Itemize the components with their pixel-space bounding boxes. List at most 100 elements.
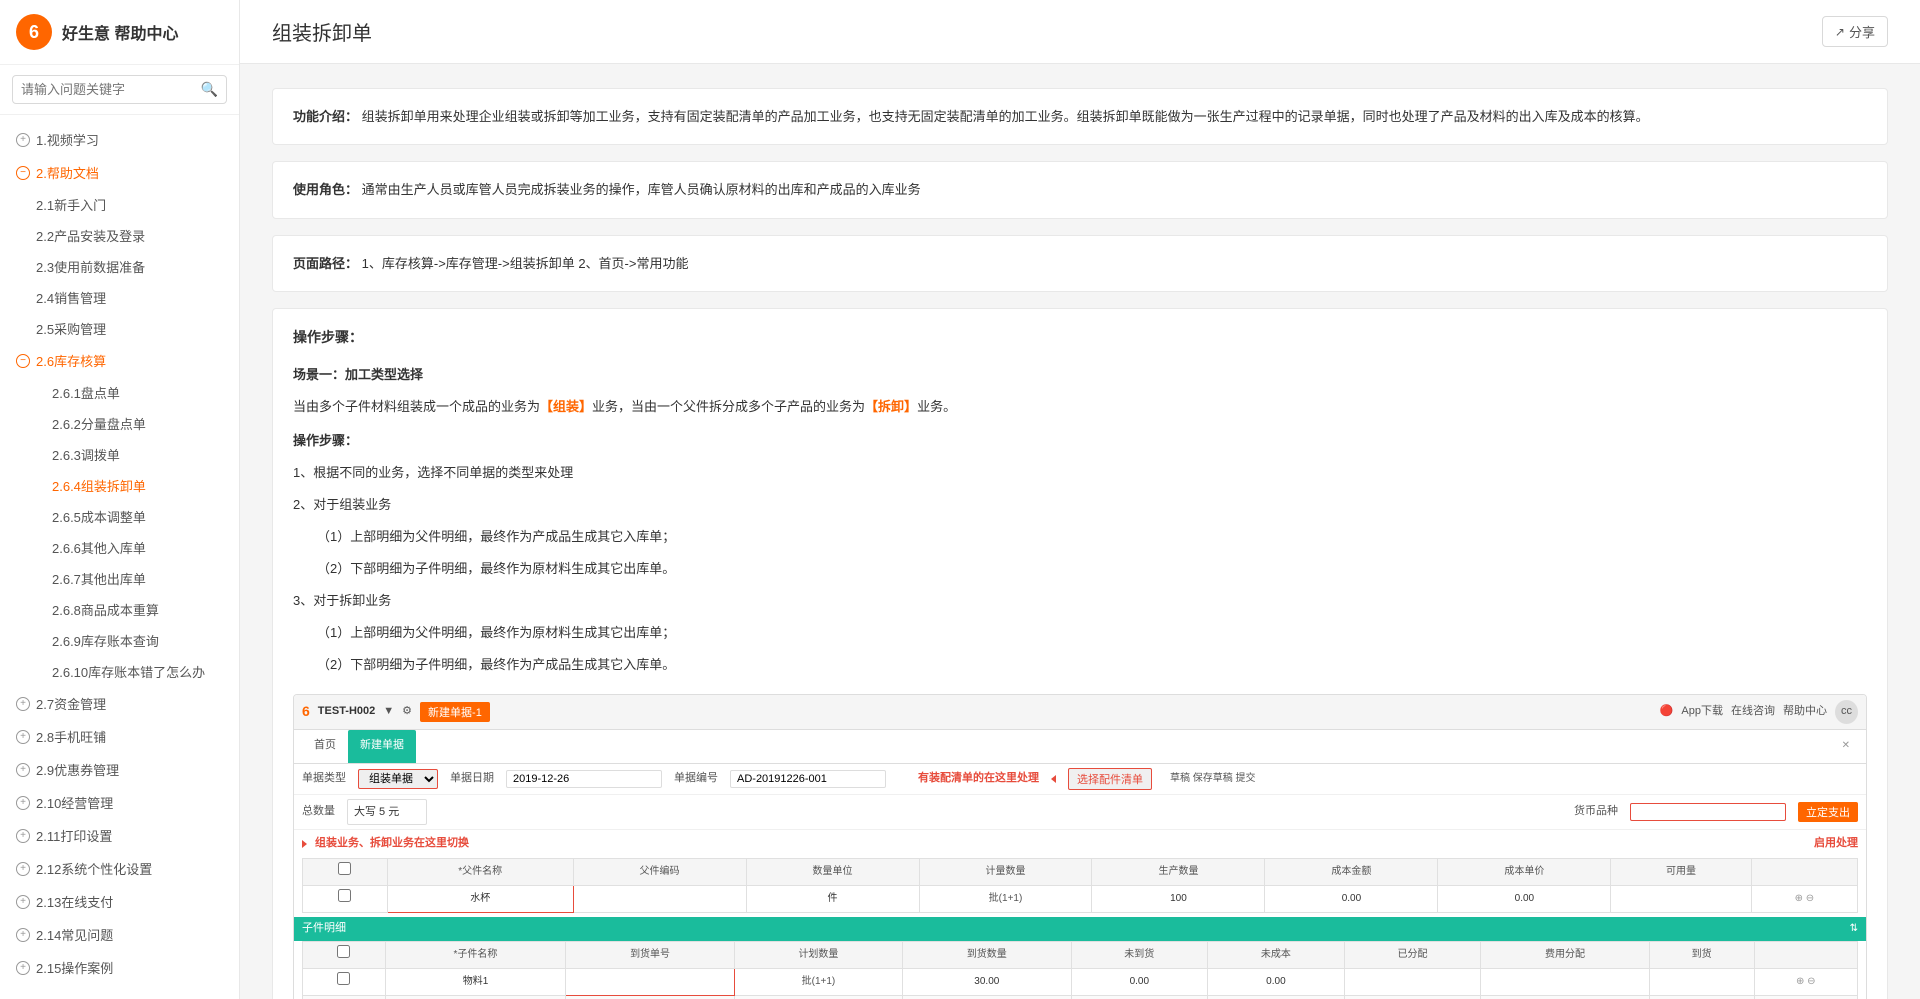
- expand-icon-finance: +: [16, 697, 30, 711]
- sidebar-item-print[interactable]: + 2.11打印设置: [0, 819, 239, 852]
- sidebar-item-settings[interactable]: + 2.12系统个性化设置: [0, 852, 239, 885]
- role-label: 使用角色：: [293, 182, 358, 197]
- steps-content: 场景一：加工类型选择 当由多个子件材料组装成一个成品的业务为【组装】业务，当由一…: [293, 362, 1867, 678]
- table-row: 水杯 件 批(1+1) 100 0.00 0.00 ⊕ ⊖: [303, 886, 1858, 913]
- share-button[interactable]: ↗ 分享: [1822, 16, 1888, 47]
- path-text: 1、库存核算->库存管理->组装拆卸单 2、首页->常用功能: [362, 256, 689, 271]
- sim-type-select[interactable]: 组装单据 拆卸单据: [358, 769, 438, 789]
- sim-no-input[interactable]: [730, 770, 886, 788]
- sidebar-item-cases[interactable]: + 2.15操作案例: [0, 951, 239, 984]
- sidebar-item-mobile[interactable]: + 2.8手机旺铺: [0, 720, 239, 753]
- step3-1: （1）上部明细为父件明细，最终作为原材料生成其它出库单；: [293, 620, 1867, 646]
- sidebar-item-other-out[interactable]: 2.6.7其他出库单: [0, 563, 239, 594]
- sidebar-item-purchase[interactable]: 2.5采购管理: [0, 313, 239, 344]
- sidebar-item-finance[interactable]: + 2.7资金管理: [0, 687, 239, 720]
- sim-bom-btn[interactable]: 选择配件清单: [1068, 768, 1152, 790]
- step3: 3、对于拆卸业务: [293, 588, 1867, 614]
- sim-lower-table: *子件名称 到货单号 计划数量 到货数量 未到货 未成本 已分配 费用分配 到货: [302, 941, 1858, 999]
- expand-icon-coupon: +: [16, 763, 30, 777]
- share-icon: ↗: [1835, 25, 1845, 39]
- sim-th-checkbox: [303, 859, 388, 886]
- sidebar-item-cost-adjust[interactable]: 2.6.5成本调整单: [0, 501, 239, 532]
- sidebar-item-other-in[interactable]: 2.6.6其他入库单: [0, 532, 239, 563]
- sidebar-item-install[interactable]: 2.2产品安装及登录: [0, 220, 239, 251]
- role-block: 使用角色： 通常由生产人员或库管人员完成拆装业务的操作，库管人员确认原材料的出库…: [272, 161, 1888, 218]
- sim-th-avail-qty: 可用量: [1611, 859, 1751, 886]
- sim-form-row: 单据类型 组装单据 拆卸单据 单据日期 单据编号 有装配清单的在这里处理 选择配…: [294, 764, 1866, 795]
- screenshot-container: 6 TEST-H002 ▼ ⚙ 新建单据-1 🔴 App下载 在线咨询 帮助中心…: [293, 694, 1867, 999]
- path-block: 页面路径： 1、库存核算->库存管理->组装拆卸单 2、首页->常用功能: [272, 235, 1888, 292]
- main-content: 组装拆卸单 ↗ 分享 功能介绍： 组装拆卸单用来处理企业组装或拆卸等加工业务，支…: [240, 0, 1920, 999]
- step2-2: （2）下部明细为子件明细，最终作为原材料生成其它出库单。: [293, 556, 1867, 582]
- search-input[interactable]: [21, 82, 201, 97]
- page-title: 组装拆卸单: [272, 17, 372, 46]
- sidebar: 6 好生意 帮助中心 🔍 + 1.视频学习 − 2.帮助文档 2.1新手入门 2…: [0, 0, 240, 999]
- logo-area: 6 好生意 帮助中心: [0, 0, 239, 65]
- sim-th-measure-qty: 计量数量: [919, 859, 1092, 886]
- nav-tree: + 1.视频学习 − 2.帮助文档 2.1新手入门 2.2产品安装及登录 2.3…: [0, 115, 239, 999]
- sidebar-item-faq[interactable]: + 2.14常见问题: [0, 918, 239, 951]
- search-box[interactable]: 🔍: [12, 75, 227, 104]
- sim-th-parent-code: 父件编码: [573, 859, 746, 886]
- sidebar-item-ledger-query[interactable]: 2.6.9库存账本查询: [0, 625, 239, 656]
- sidebar-item-transfer[interactable]: 2.6.3调拨单: [0, 439, 239, 470]
- sidebar-item-partial-stocktake[interactable]: 2.6.2分量盘点单: [0, 408, 239, 439]
- sidebar-item-ops[interactable]: + 2.10经营管理: [0, 786, 239, 819]
- sim-new-doc-btn[interactable]: 新建单据-1: [420, 702, 490, 722]
- sidebar-item-video[interactable]: + 1.视频学习: [0, 123, 239, 156]
- sim-date-label: 单据日期: [450, 769, 494, 789]
- annotation1-arrow: [1051, 775, 1056, 783]
- sidebar-item-cost-recalc[interactable]: 2.6.8商品成本重算: [0, 594, 239, 625]
- sim-th-cost-price: 成本单价: [1438, 859, 1611, 886]
- sim-test-id: TEST-H002: [318, 702, 375, 722]
- sidebar-item-assembly[interactable]: 2.6.4组装拆卸单: [0, 470, 239, 501]
- collapse-icon-inventory: −: [16, 354, 30, 368]
- annotation2-arrow: [302, 840, 307, 848]
- expand-icon-settings: +: [16, 862, 30, 876]
- sim-tab-home[interactable]: 首页: [302, 730, 348, 764]
- sim-upper-table-wrap: *父件名称 父件编码 数量单位 计量数量 生产数量 成本金额 成本单价 可用量: [294, 858, 1866, 917]
- sim-subtotal-row: 总数量 大写 5 元 货币品种 立定支出: [294, 795, 1866, 830]
- intro-block: 功能介绍： 组装拆卸单用来处理企业组装或拆卸等加工业务，支持有固定装配清单的产品…: [272, 88, 1888, 145]
- sim-th-qty-unit: 数量单位: [746, 859, 919, 886]
- ops-title: 操作步骤：: [293, 325, 1867, 350]
- main-header: 组装拆卸单 ↗ 分享: [240, 0, 1920, 64]
- expand-icon-ops: +: [16, 796, 30, 810]
- sidebar-item-data-prep[interactable]: 2.3使用前数据准备: [0, 251, 239, 282]
- search-area: 🔍: [0, 65, 239, 115]
- sim-th-op: [1751, 859, 1857, 886]
- sim-tab-new[interactable]: 新建单据: [348, 730, 416, 764]
- step3-2: （2）下部明细为子件明细，最终作为产成品生成其它入库单。: [293, 652, 1867, 678]
- search-icon[interactable]: 🔍: [201, 81, 218, 98]
- sidebar-item-coupon[interactable]: + 2.9优惠券管理: [0, 753, 239, 786]
- content-area: 功能介绍： 组装拆卸单用来处理企业组装或拆卸等加工业务，支持有固定装配清单的产品…: [240, 64, 1920, 999]
- sim-tabs: 首页 新建单据 ✕: [294, 730, 1866, 765]
- step1: 1、根据不同的业务，选择不同单据的类型来处理: [293, 460, 1867, 486]
- sim-currency-input[interactable]: [1630, 803, 1786, 821]
- sidebar-item-beginner[interactable]: 2.1新手入门: [0, 189, 239, 220]
- sim-th-prod-qty: 生产数量: [1092, 859, 1265, 886]
- sidebar-item-inventory[interactable]: − 2.6库存核算: [0, 344, 239, 377]
- sim-top-bar: 6 TEST-H002 ▼ ⚙ 新建单据-1 🔴 App下载 在线咨询 帮助中心…: [294, 695, 1866, 729]
- role-text: 通常由生产人员或库管人员完成拆装业务的操作，库管人员确认原材料的出库和产成品的入…: [362, 182, 921, 197]
- scenario1-desc: 当由多个子件材料组装成一个成品的业务为【组装】业务，当由一个父件拆分成多个子产品…: [293, 394, 1867, 420]
- expand-icon-payment: +: [16, 895, 30, 909]
- sim-confirm-btn[interactable]: 立定支出: [1798, 802, 1858, 822]
- sidebar-item-payment[interactable]: + 2.13在线支付: [0, 885, 239, 918]
- table-row: 物料1 批(1+1) 30.00 0.00 0.00 ⊕ ⊖: [303, 968, 1858, 995]
- annotation3-text: 启用处理: [1814, 834, 1858, 854]
- sidebar-item-help-docs[interactable]: − 2.帮助文档: [0, 156, 239, 189]
- scenario1-title: 场景一：加工类型选择: [293, 367, 423, 382]
- step2-1: （1）上部明细为父件明细，最终作为产成品生成其它入库单；: [293, 524, 1867, 550]
- intro-text: 组装拆卸单用来处理企业组装或拆卸等加工业务，支持有固定装配清单的产品加工业务，也…: [362, 109, 1649, 124]
- sim-type-label: 单据类型: [302, 769, 346, 789]
- collapse-icon: −: [16, 166, 30, 180]
- sim-date-input[interactable]: [506, 770, 662, 788]
- expand-icon-cases: +: [16, 961, 30, 975]
- sidebar-item-sales[interactable]: 2.4销售管理: [0, 282, 239, 313]
- ops-block: 操作步骤： 场景一：加工类型选择 当由多个子件材料组装成一个成品的业务为【组装】…: [272, 308, 1888, 999]
- sidebar-item-stocktake[interactable]: 2.6.1盘点单: [0, 377, 239, 408]
- sim-lower-table-header: 子件明细 ⇅: [294, 917, 1866, 941]
- ops-steps-subtitle: 操作步骤：: [293, 433, 358, 448]
- sidebar-item-ledger-error[interactable]: 2.6.10库存账本错了怎么办: [0, 656, 239, 687]
